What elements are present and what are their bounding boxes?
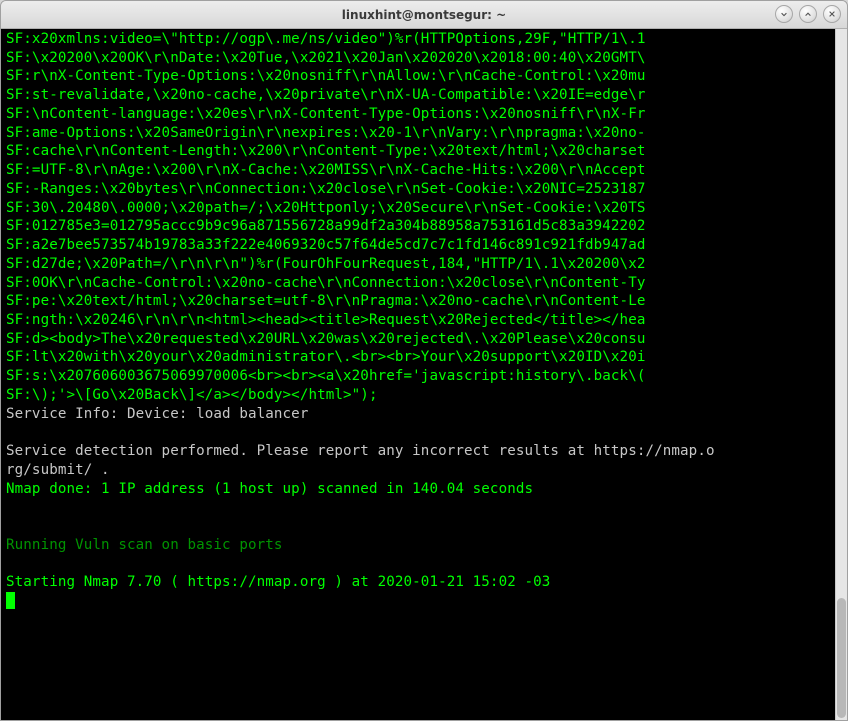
terminal-line: SF:\nContent-language:\x20es\r\nX-Conten… — [6, 106, 645, 122]
terminal-line: SF:s:\x207606003675069970006<br><br><a\x… — [6, 368, 645, 384]
terminal-area: SF:x20xmlns:video=\"http://ogp\.me/ns/vi… — [1, 29, 847, 720]
terminal-output[interactable]: SF:x20xmlns:video=\"http://ogp\.me/ns/vi… — [1, 29, 835, 720]
terminal-line: SF:ame-Options:\x20SameOrigin\r\nexpires… — [6, 125, 645, 141]
close-button[interactable] — [823, 5, 841, 23]
terminal-line: SF:012785e3=012795accc9b9c96a871556728a9… — [6, 218, 645, 234]
terminal-line: SF:d27de;\x20Path=/\r\n\r\n")%r(FourOhFo… — [6, 256, 645, 272]
terminal-line: SF:cache\r\nContent-Length:\x200\r\nCont… — [6, 143, 645, 159]
minimize-button[interactable] — [775, 5, 793, 23]
terminal-line: SF:\x20200\x20OK\r\nDate:\x20Tue,\x2021\… — [6, 50, 645, 66]
terminal-line: SF:st-revalidate,\x20no-cache,\x20privat… — [6, 87, 645, 103]
minimize-icon — [780, 10, 788, 18]
terminal-line: SF:0OK\r\nCache-Control:\x20no-cache\r\n… — [6, 275, 645, 291]
window-title: linuxhint@montsegur: ~ — [342, 8, 506, 22]
terminal-window: linuxhint@montsegur: ~ SF:x20xmlns:video… — [0, 0, 848, 721]
scrollbar-thumb[interactable] — [837, 598, 846, 718]
terminal-line: SF:\);'>\[Go\x20Back\]</a></body></html>… — [6, 387, 378, 403]
window-controls — [775, 5, 841, 23]
terminal-line: SF:lt\x20with\x20your\x20administrator\.… — [6, 349, 645, 365]
terminal-line: SF:30\.20480\.0000;\x20path=/;\x20Httpon… — [6, 200, 645, 216]
scrollbar[interactable] — [835, 29, 847, 720]
terminal-line: Service detection performed. Please repo… — [6, 443, 715, 459]
terminal-line: Starting Nmap 7.70 ( https://nmap.org ) … — [6, 574, 550, 590]
terminal-line: Nmap done: 1 IP address (1 host up) scan… — [6, 481, 533, 497]
close-icon — [828, 10, 836, 18]
maximize-icon — [804, 10, 812, 18]
terminal-line: SF:a2e7bee573574b19783a33f222e4069320c57… — [6, 237, 645, 253]
titlebar[interactable]: linuxhint@montsegur: ~ — [1, 1, 847, 29]
cursor — [6, 592, 15, 609]
terminal-line: SF:-Ranges:\x20bytes\r\nConnection:\x20c… — [6, 181, 645, 197]
terminal-line: SF:r\nX-Content-Type-Options:\x20nosniff… — [6, 68, 645, 84]
terminal-line: SF:d><body>The\x20requested\x20URL\x20wa… — [6, 331, 645, 347]
terminal-line: SF:pe:\x20text/html;\x20charset=utf-8\r\… — [6, 293, 645, 309]
terminal-line: Running Vuln scan on basic ports — [6, 537, 283, 553]
terminal-line: SF:ngth:\x20246\r\n\r\n<html><head><titl… — [6, 312, 645, 328]
terminal-line: rg/submit/ . — [6, 462, 110, 478]
terminal-line: Service Info: Device: load balancer — [6, 406, 308, 422]
terminal-line: SF:=UTF-8\r\nAge:\x200\r\nX-Cache:\x20MI… — [6, 162, 645, 178]
maximize-button[interactable] — [799, 5, 817, 23]
terminal-line — [6, 593, 15, 609]
terminal-line: SF:x20xmlns:video=\"http://ogp\.me/ns/vi… — [6, 31, 645, 47]
